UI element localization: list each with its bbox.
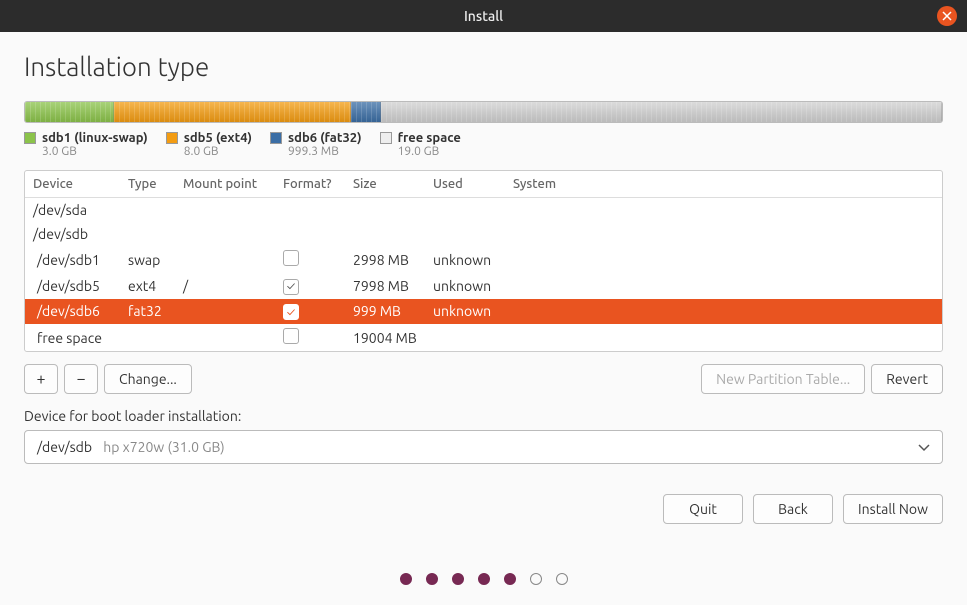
cell-device: /dev/sdb1 [37, 252, 128, 268]
col-mount[interactable]: Mount point [183, 177, 283, 191]
remove-partition-button[interactable]: − [64, 364, 98, 394]
boot-device-value: /dev/sdb [37, 439, 92, 455]
install-now-button[interactable]: Install Now [843, 494, 943, 524]
col-size[interactable]: Size [353, 177, 433, 191]
format-checkbox[interactable] [283, 279, 299, 295]
cell-size: 999 MB [353, 303, 433, 319]
col-type[interactable]: Type [128, 177, 183, 191]
disk-legend: sdb1 (linux-swap) 3.0 GB sdb5 (ext4) 8.0… [24, 131, 943, 158]
table-row[interactable]: /dev/sdb [25, 222, 942, 246]
disk-seg-free[interactable] [381, 102, 942, 122]
table-row[interactable]: /dev/sdb6 fat32 999 MB unknown [25, 299, 942, 325]
legend-size: 999.3 MB [288, 145, 362, 158]
window-title: Install [464, 8, 503, 24]
progress-dot[interactable] [452, 573, 464, 585]
cell-type: ext4 [128, 278, 183, 294]
boot-device-detail: hp x720w (31.0 GB) [103, 439, 224, 455]
table-header: Device Type Mount point Format? Size Use… [25, 171, 942, 198]
legend-item[interactable]: sdb1 (linux-swap) 3.0 GB [24, 131, 148, 158]
add-partition-button[interactable]: + [24, 364, 58, 394]
cell-device: /dev/sdb5 [37, 278, 128, 294]
progress-dot[interactable] [504, 573, 516, 585]
legend-item[interactable]: free space 19.0 GB [380, 131, 461, 158]
nav-buttons: Quit Back Install Now [24, 494, 943, 524]
col-format[interactable]: Format? [283, 177, 353, 191]
table-row[interactable]: free space 19004 MB [25, 324, 942, 351]
change-partition-button[interactable]: Change... [104, 364, 192, 394]
cell-mount: / [183, 278, 283, 294]
page-title: Installation type [24, 52, 943, 81]
legend-swatch [380, 132, 392, 144]
legend-item[interactable]: sdb6 (fat32) 999.3 MB [270, 131, 362, 158]
cell-used: unknown [433, 278, 513, 294]
table-row[interactable]: /dev/sdb5 ext4 / 7998 MB unknown [25, 273, 942, 299]
progress-dot[interactable] [556, 573, 568, 585]
format-checkbox[interactable] [283, 250, 299, 266]
col-device[interactable]: Device [33, 177, 128, 191]
legend-size: 19.0 GB [398, 145, 461, 158]
quit-button[interactable]: Quit [663, 494, 743, 524]
back-button[interactable]: Back [753, 494, 833, 524]
cell-used: unknown [433, 252, 513, 268]
cell-device: free space [37, 330, 128, 346]
revert-button[interactable]: Revert [871, 364, 943, 394]
cell-device: /dev/sda [33, 202, 128, 218]
cell-type: swap [128, 252, 183, 268]
progress-dot[interactable] [400, 573, 412, 585]
disk-usage-bar [24, 101, 943, 123]
progress-dots [0, 573, 967, 585]
titlebar: Install [0, 0, 967, 32]
legend-label: free space [398, 131, 461, 145]
legend-swatch [24, 132, 36, 144]
cell-device: /dev/sdb [33, 226, 128, 242]
legend-item[interactable]: sdb5 (ext4) 8.0 GB [166, 131, 252, 158]
table-row[interactable]: /dev/sda [25, 198, 942, 222]
chevron-down-icon [918, 439, 930, 455]
cell-used: unknown [433, 303, 513, 319]
cell-size: 2998 MB [353, 252, 433, 268]
disk-seg-swap[interactable] [25, 102, 114, 122]
legend-swatch [270, 132, 282, 144]
legend-label: sdb1 (linux-swap) [42, 131, 148, 145]
format-checkbox[interactable] [283, 328, 299, 344]
legend-size: 3.0 GB [42, 145, 148, 158]
cell-device: /dev/sdb6 [37, 303, 128, 319]
table-row[interactable]: /dev/sdb1 swap 2998 MB unknown [25, 246, 942, 273]
legend-label: sdb6 (fat32) [288, 131, 362, 145]
cell-size: 19004 MB [353, 330, 433, 346]
cell-size: 7998 MB [353, 278, 433, 294]
legend-size: 8.0 GB [184, 145, 252, 158]
close-icon [942, 11, 952, 21]
format-checkbox[interactable] [283, 304, 299, 320]
disk-seg-fat32[interactable] [351, 102, 381, 122]
progress-dot[interactable] [426, 573, 438, 585]
disk-seg-ext4[interactable] [114, 102, 351, 122]
partition-toolbar: + − Change... New Partition Table... Rev… [24, 364, 943, 394]
col-used[interactable]: Used [433, 177, 513, 191]
cell-type: fat32 [128, 303, 183, 319]
legend-label: sdb5 (ext4) [184, 131, 252, 145]
boot-loader-label: Device for boot loader installation: [24, 408, 943, 424]
progress-dot[interactable] [530, 573, 542, 585]
boot-loader-dropdown[interactable]: /dev/sdb hp x720w (31.0 GB) [24, 430, 943, 464]
partition-table: Device Type Mount point Format? Size Use… [24, 170, 943, 352]
progress-dot[interactable] [478, 573, 490, 585]
close-button[interactable] [937, 6, 957, 26]
col-system[interactable]: System [513, 177, 934, 191]
legend-swatch [166, 132, 178, 144]
new-partition-table-button[interactable]: New Partition Table... [701, 364, 865, 394]
